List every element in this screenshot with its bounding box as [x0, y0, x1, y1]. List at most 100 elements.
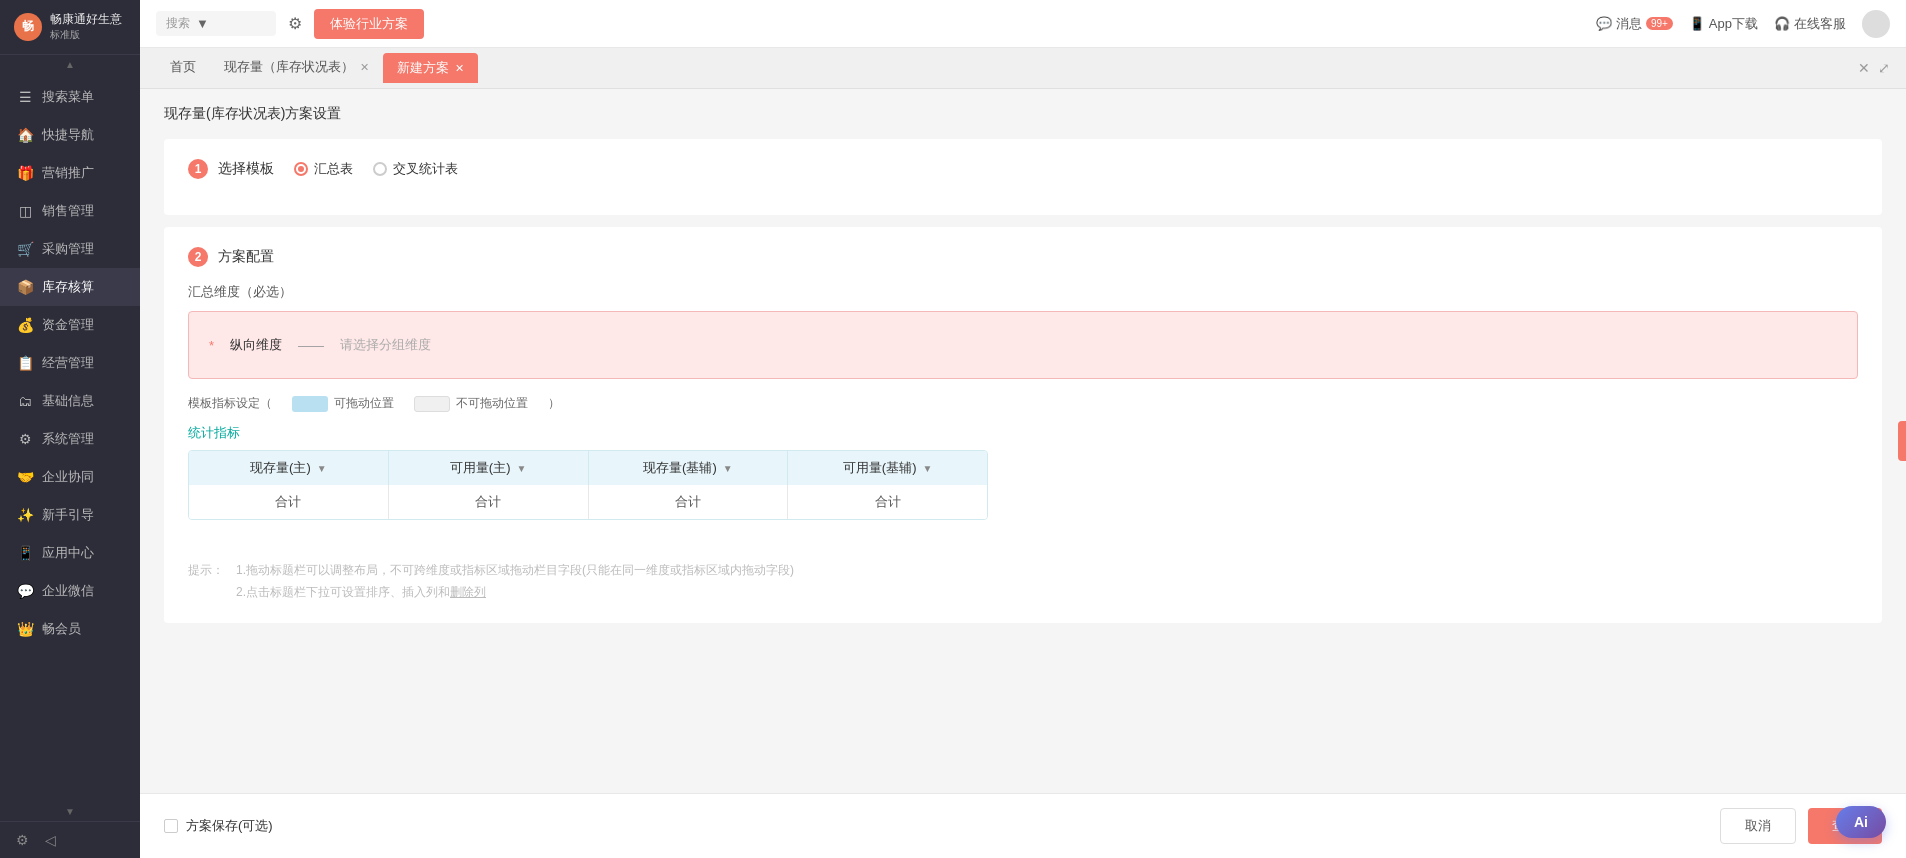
search-dropdown-icon[interactable]: ▼: [196, 16, 209, 31]
bottom-bar: 方案保存(可选) 取消 查询: [140, 793, 1906, 858]
sidebar-item-finance[interactable]: 💰 资金管理: [0, 306, 140, 344]
sidebar-item-quick-nav[interactable]: 🏠 快捷导航: [0, 116, 140, 154]
indicator-legend: 模板指标设定（ 可拖动位置 不可拖动位置 ）: [188, 395, 1858, 412]
stats-col-3-body: 合计: [589, 485, 789, 519]
message-btn[interactable]: 💬 消息 99+: [1596, 15, 1673, 33]
online-service-btn[interactable]: 🎧 在线客服: [1774, 15, 1846, 33]
section-config: 2 方案配置 汇总维度（必选） * 纵向维度 —— 请选择分组维度 模板指标设定…: [164, 227, 1882, 623]
message-badge: 99+: [1646, 17, 1673, 30]
sidebar-item-wechat[interactable]: 💬 企业微信: [0, 572, 140, 610]
tab-inventory-status[interactable]: 现存量（库存状况表） ✕: [210, 48, 383, 88]
inventory-icon: 📦: [16, 278, 34, 296]
stats-col-2-body: 合计: [389, 485, 589, 519]
sidebar-nav: ☰ 搜索菜单 🏠 快捷导航 🎁 营销推广 ◫ 销售管理 🛒 采购管理 📦 库存核…: [0, 74, 140, 802]
sidebar-scroll-up[interactable]: ▲: [0, 55, 140, 74]
member-icon: 👑: [16, 620, 34, 638]
tip-text-1: 提示： 1.拖动标题栏可以调整布局，不可跨维度或指标区域拖动栏目字段(只能在同一…: [188, 560, 1858, 582]
stats-section: 统计指标 现存量(主) ▼ 可用量(主) ▼ 现存量(基辅): [188, 424, 1858, 520]
stats-table: 现存量(主) ▼ 可用量(主) ▼ 现存量(基辅) ▼ 可用量(基辅): [188, 450, 988, 520]
sidebar: 畅 畅康通好生意 标准版 ▲ ☰ 搜索菜单 🏠 快捷导航 🎁 营销推广 ◫ 销售…: [0, 0, 140, 858]
radio-summary[interactable]: 汇总表: [294, 160, 353, 178]
content-area: 现存量(库存状况表)方案设置 1 选择模板 汇总表 交叉统计表: [140, 89, 1906, 793]
right-edge-btn[interactable]: [1898, 421, 1906, 461]
system-icon: ⚙: [16, 430, 34, 448]
stats-col-3-header[interactable]: 现存量(基辅) ▼: [589, 451, 789, 485]
finance-icon: 💰: [16, 316, 34, 334]
section-template: 1 选择模板 汇总表 交叉统计表: [164, 139, 1882, 215]
section2-title: 方案配置: [218, 248, 274, 266]
base-info-icon: 🗂: [16, 392, 34, 410]
col4-chevron-icon[interactable]: ▼: [923, 463, 933, 474]
sidebar-item-sales[interactable]: ◫ 销售管理: [0, 192, 140, 230]
radio-summary-circle: [294, 162, 308, 176]
message-icon: 💬: [1596, 16, 1612, 31]
app-center-icon: 📱: [16, 544, 34, 562]
section2-num: 2: [188, 247, 208, 267]
col1-chevron-icon[interactable]: ▼: [317, 463, 327, 474]
sidebar-item-app-center[interactable]: 📱 应用中心: [0, 534, 140, 572]
sidebar-item-search-menu[interactable]: ☰ 搜索菜单: [0, 78, 140, 116]
stats-table-body: 合计 合计 合计 合计: [189, 485, 987, 519]
draggable-box: [292, 396, 328, 412]
stats-label: 统计指标: [188, 424, 1858, 442]
sidebar-item-enterprise[interactable]: 🤝 企业协同: [0, 458, 140, 496]
draggable-legend: 可拖动位置: [292, 395, 394, 412]
sidebar-scroll-down[interactable]: ▼: [0, 802, 140, 821]
header-right: 💬 消息 99+ 📱 App下载 🎧 在线客服: [1596, 10, 1890, 38]
dimension-field-label: 纵向维度: [230, 336, 282, 354]
settings-gear-icon[interactable]: ⚙: [288, 14, 302, 33]
stats-table-header: 现存量(主) ▼ 可用量(主) ▼ 现存量(基辅) ▼ 可用量(基辅): [189, 451, 987, 485]
indicator-label-suffix: ）: [548, 395, 560, 412]
sidebar-item-member[interactable]: 👑 畅会员: [0, 610, 140, 648]
delete-col-link[interactable]: 删除列: [450, 585, 486, 599]
audio-icon[interactable]: ◁: [45, 832, 56, 848]
sidebar-item-inventory[interactable]: 📦 库存核算: [0, 268, 140, 306]
sidebar-item-marketing[interactable]: 🎁 营销推广: [0, 154, 140, 192]
draggable-label: 可拖动位置: [334, 395, 394, 412]
cancel-button[interactable]: 取消: [1720, 808, 1796, 844]
section1-num: 1: [188, 159, 208, 179]
col3-chevron-icon[interactable]: ▼: [723, 463, 733, 474]
non-draggable-label: 不可拖动位置: [456, 395, 528, 412]
save-checkbox[interactable]: 方案保存(可选): [164, 817, 273, 835]
header-search[interactable]: 搜索 ▼: [156, 11, 276, 36]
sidebar-bottom: ⚙ ◁: [0, 821, 140, 858]
aggregate-label: 汇总维度（必选）: [188, 283, 1858, 301]
required-mark: *: [209, 338, 214, 353]
tab-new-plan-close-icon[interactable]: ✕: [455, 62, 464, 75]
sidebar-item-purchase[interactable]: 🛒 采购管理: [0, 230, 140, 268]
main: 搜索 ▼ ⚙ 体验行业方案 💬 消息 99+ 📱 App下载 🎧 在线客服 首页: [140, 0, 1906, 858]
tab-bar: 首页 现存量（库存状况表） ✕ 新建方案 ✕ ✕ ⤢: [140, 48, 1906, 89]
tab-close-all-icon[interactable]: ✕: [1858, 60, 1870, 76]
stats-col-4-header[interactable]: 可用量(基辅) ▼: [788, 451, 987, 485]
sidebar-item-operations[interactable]: 📋 经营管理: [0, 344, 140, 382]
user-avatar[interactable]: [1862, 10, 1890, 38]
stats-col-2-header[interactable]: 可用量(主) ▼: [389, 451, 589, 485]
tab-expand-icon[interactable]: ⤢: [1878, 60, 1890, 76]
trial-btn[interactable]: 体验行业方案: [314, 9, 424, 39]
col2-chevron-icon[interactable]: ▼: [517, 463, 527, 474]
sidebar-item-base-info[interactable]: 🗂 基础信息: [0, 382, 140, 420]
page-title: 现存量(库存状况表)方案设置: [164, 105, 1882, 123]
dimension-box[interactable]: * 纵向维度 —— 请选择分组维度: [188, 311, 1858, 379]
sales-icon: ◫: [16, 202, 34, 220]
guide-icon: ✨: [16, 506, 34, 524]
app-download-btn[interactable]: 📱 App下载: [1689, 15, 1758, 33]
search-text: 搜索: [166, 15, 190, 32]
radio-cross-circle: [373, 162, 387, 176]
tab-inventory-close-icon[interactable]: ✕: [360, 61, 369, 74]
sidebar-item-system[interactable]: ⚙ 系统管理: [0, 420, 140, 458]
settings-icon[interactable]: ⚙: [16, 832, 29, 848]
search-menu-icon: ☰: [16, 88, 34, 106]
radio-cross[interactable]: 交叉统计表: [373, 160, 458, 178]
stats-col-1-header[interactable]: 现存量(主) ▼: [189, 451, 389, 485]
sidebar-item-guide[interactable]: ✨ 新手引导: [0, 496, 140, 534]
ai-floating-button[interactable]: Ai: [1836, 806, 1886, 838]
tab-new-plan[interactable]: 新建方案 ✕: [383, 53, 478, 83]
non-draggable-legend: 不可拖动位置: [414, 395, 528, 412]
section1-header: 1 选择模板 汇总表 交叉统计表: [188, 159, 1858, 179]
enterprise-icon: 🤝: [16, 468, 34, 486]
dimension-dash: ——: [298, 338, 324, 353]
tab-home[interactable]: 首页: [156, 48, 210, 88]
logo-text: 畅康通好生意: [50, 12, 122, 28]
